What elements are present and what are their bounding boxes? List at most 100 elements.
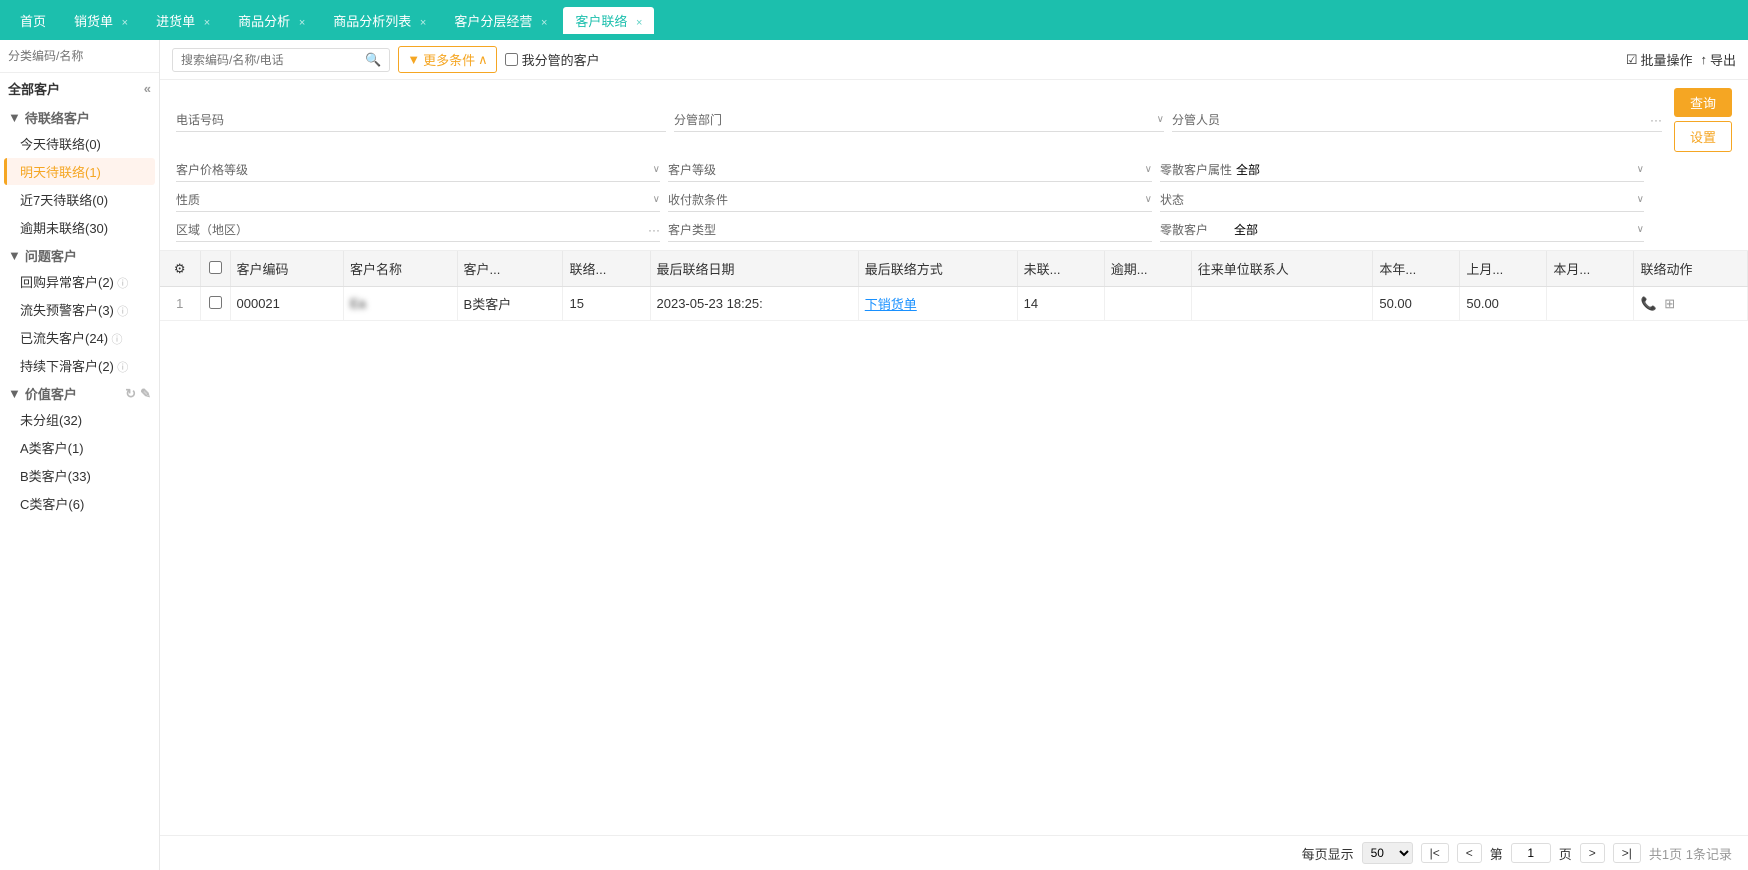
nav-customer-contact[interactable]: 客户联络 ×	[563, 7, 654, 34]
col-customer-code[interactable]: 客户编码	[230, 251, 344, 287]
col-contact-person[interactable]: 往来单位联系人	[1191, 251, 1373, 287]
page-label: 第	[1490, 844, 1503, 863]
retail-attr-label: 零散客户属性	[1160, 161, 1232, 178]
nav-sales-order[interactable]: 销货单 ×	[62, 7, 140, 34]
row-name[interactable]: Ea	[344, 287, 458, 321]
filter-retail-customer: 零散客户 全部 ∨	[1160, 218, 1644, 242]
col-setting[interactable]: ⚙	[160, 251, 200, 287]
sidebar-item-repurchase-anomaly[interactable]: 回购异常客户(2) ⓘ	[4, 268, 155, 295]
col-check[interactable]	[200, 251, 230, 287]
sidebar-item-ungrouped[interactable]: 未分组(32)	[4, 406, 155, 433]
area-more-icon[interactable]: ···	[648, 223, 660, 237]
sidebar-group-value-customers[interactable]: ▼ 价值客户 ↻ ✎	[0, 380, 159, 405]
close-customer-contact-icon[interactable]: ×	[636, 17, 642, 29]
nav-home[interactable]: 首页	[8, 7, 58, 34]
retail-attr-dropdown[interactable]: ∨	[1637, 164, 1644, 175]
sidebar-item-tomorrow-contact[interactable]: 明天待联络(1)	[4, 158, 155, 185]
sidebar-item-7day-contact[interactable]: 近7天待联络(0)	[4, 186, 155, 213]
sidebar-item-class-b[interactable]: B类客户(33)	[4, 462, 155, 489]
grid-action-icon[interactable]: ⊞	[1664, 296, 1675, 311]
my-customers-checkbox[interactable]	[505, 53, 518, 66]
close-purchase-order-icon[interactable]: ×	[204, 17, 210, 29]
all-customers-label: 全部客户	[8, 79, 60, 98]
col-last-contact-method[interactable]: 最后联络方式	[858, 251, 1017, 287]
sidebar-group-problem-customers[interactable]: ▼ 问题客户	[0, 242, 159, 267]
row-contact-person	[1191, 287, 1373, 321]
col-action[interactable]: 联络动作	[1634, 251, 1748, 287]
main-search-icon[interactable]: 🔍	[365, 52, 381, 68]
sidebar-collapse-icon[interactable]: «	[144, 81, 151, 96]
edit-icon[interactable]: ✎	[140, 386, 151, 402]
sidebar-group-pending-contact[interactable]: ▼ 待联络客户	[0, 104, 159, 129]
close-customer-segmentation-icon[interactable]: ×	[541, 17, 547, 29]
content-area: 🔍 ▼ 更多条件 ∧ 我分管的客户 ☑ 批量操作 ↑ 导出	[160, 40, 1748, 870]
sidebar-item-today-contact[interactable]: 今天待联络(0)	[4, 130, 155, 157]
col-uncontacted[interactable]: 未联...	[1017, 251, 1104, 287]
last-page-btn[interactable]: >|	[1613, 843, 1641, 863]
my-customers-filter[interactable]: 我分管的客户	[505, 50, 600, 69]
status-dropdown[interactable]: ∨	[1637, 194, 1644, 205]
last-contact-method-link[interactable]: 下销货单	[865, 297, 917, 312]
customer-level-label: 客户等级	[668, 161, 738, 178]
advanced-filter: 电话号码 分管部门 ∨ 分管人员 ··· 查询 设置	[160, 80, 1748, 251]
info-icon-2: ⓘ	[117, 306, 128, 318]
query-btn[interactable]: 查询	[1674, 88, 1732, 117]
table-header-row: ⚙ 客户编码 客户名称 客户... 联络... 最后联络日期 最后联络方式 未联…	[160, 251, 1748, 287]
page-input[interactable]	[1511, 843, 1551, 863]
sidebar-item-declining[interactable]: 持续下滑客户(2) ⓘ	[4, 352, 155, 379]
row-action: 📞 ⊞	[1634, 287, 1748, 321]
gender-dropdown[interactable]: ∨	[653, 194, 660, 205]
sidebar-all-customers[interactable]: 全部客户 «	[0, 73, 159, 104]
export-btn[interactable]: ↑ 导出	[1700, 50, 1736, 69]
next-page-btn[interactable]: >	[1580, 843, 1605, 863]
sidebar-search-input[interactable]	[8, 49, 160, 63]
prev-page-btn[interactable]: <	[1457, 843, 1482, 863]
col-last-month[interactable]: 上月...	[1460, 251, 1547, 287]
info-icon-3: ⓘ	[111, 334, 122, 346]
close-product-analysis-icon[interactable]: ×	[299, 17, 305, 29]
retail-customer-dropdown[interactable]: ∨	[1637, 224, 1644, 235]
filter-status: 状态 ∨	[1160, 188, 1644, 212]
close-product-analysis-list-icon[interactable]: ×	[420, 17, 426, 29]
nav-customer-segmentation[interactable]: 客户分层经营 ×	[442, 7, 559, 34]
col-customer-name[interactable]: 客户名称	[344, 251, 458, 287]
batch-operation-btn[interactable]: ☑ 批量操作	[1626, 50, 1693, 69]
customer-price-level-dropdown[interactable]: ∨	[653, 164, 660, 175]
sidebar-item-class-c[interactable]: C类客户(6)	[4, 490, 155, 517]
row-check[interactable]	[200, 287, 230, 321]
sidebar-item-class-a[interactable]: A类客户(1)	[4, 434, 155, 461]
payment-terms-dropdown[interactable]: ∨	[1145, 194, 1152, 205]
retail-customer-value: 全部	[1234, 221, 1258, 238]
branch-dept-dropdown-icon[interactable]: ∨	[1157, 114, 1164, 125]
col-last-contact-date[interactable]: 最后联络日期	[650, 251, 858, 287]
nav-product-analysis-list[interactable]: 商品分析列表 ×	[321, 7, 438, 34]
more-conditions-btn[interactable]: ▼ 更多条件 ∧	[398, 46, 496, 73]
first-page-btn[interactable]: |<	[1421, 843, 1449, 863]
sidebar-item-overdue-contact[interactable]: 逾期未联络(30)	[4, 214, 155, 241]
nav-product-analysis[interactable]: 商品分析 ×	[226, 7, 317, 34]
col-current-month[interactable]: 本月...	[1547, 251, 1634, 287]
nav-purchase-order[interactable]: 进货单 ×	[144, 7, 222, 34]
branch-person-label: 分管人员	[1172, 111, 1242, 128]
sidebar: 🔍 全部客户 « ▼ 待联络客户 今天待联络(0) 明天待联络(1) 近7天待联…	[0, 40, 160, 870]
sidebar-item-churned[interactable]: 已流失客户(24) ⓘ	[4, 324, 155, 351]
per-page-select[interactable]: 50 100 200	[1362, 842, 1413, 864]
col-contact-count[interactable]: 联络...	[563, 251, 650, 287]
filter-row-2: 客户价格等级 ∨ 客户等级 ∨ 零散客户属性 全部 ∨	[176, 158, 1732, 182]
info-icon: ⓘ	[117, 278, 128, 290]
main-search-input[interactable]	[181, 53, 361, 67]
col-current-year[interactable]: 本年...	[1373, 251, 1460, 287]
phone-action-icon[interactable]: 📞	[1640, 296, 1656, 311]
row-checkbox[interactable]	[209, 296, 222, 309]
setting-btn[interactable]: 设置	[1674, 121, 1732, 152]
col-customer-type[interactable]: 客户...	[457, 251, 563, 287]
select-all-checkbox[interactable]	[209, 261, 222, 274]
sidebar-item-churn-warning[interactable]: 流失预警客户(3) ⓘ	[4, 296, 155, 323]
customer-level-dropdown[interactable]: ∨	[1145, 164, 1152, 175]
col-overdue[interactable]: 逾期...	[1104, 251, 1191, 287]
branch-person-more-icon[interactable]: ···	[1650, 113, 1662, 127]
row-last-contact-method[interactable]: 下销货单	[858, 287, 1017, 321]
row-code[interactable]: 000021	[230, 287, 344, 321]
close-sales-order-icon[interactable]: ×	[122, 17, 128, 29]
refresh-icon[interactable]: ↻	[125, 386, 136, 402]
